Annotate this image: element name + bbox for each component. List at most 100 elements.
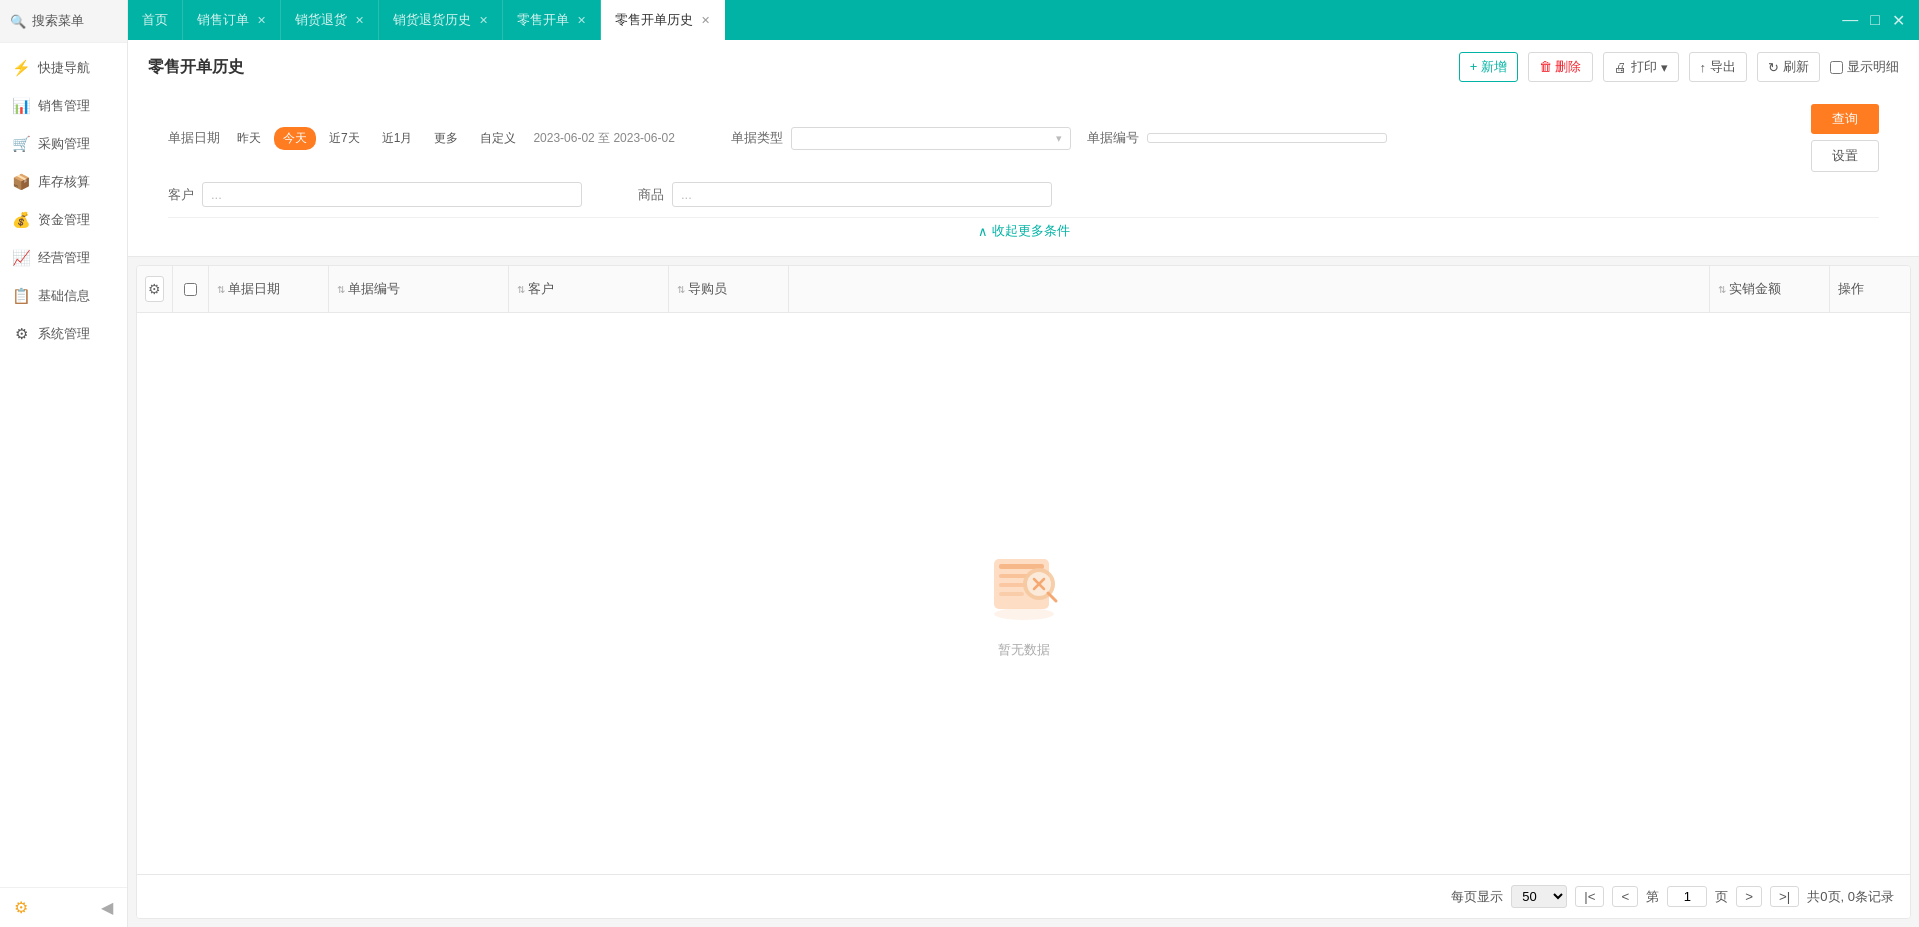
search-icon: 🔍 <box>10 14 26 29</box>
date-btn-more[interactable]: 更多 <box>425 127 467 150</box>
date-btn-last7[interactable]: 近7天 <box>320 127 369 150</box>
th-checkbox <box>173 266 209 312</box>
tab-sales-return-history-label: 销货退货历史 <box>393 11 471 29</box>
select-all-checkbox[interactable] <box>184 283 197 296</box>
th-gear: ⚙ <box>137 266 173 312</box>
close-btn[interactable]: ✕ <box>1888 9 1909 32</box>
sidebar-item-finance-mgmt[interactable]: 💰 资金管理 <box>0 201 127 239</box>
add-button[interactable]: + 新增 <box>1459 52 1518 82</box>
svg-point-0 <box>994 608 1054 620</box>
tab-retail-open-close[interactable]: ✕ <box>577 14 586 27</box>
doc-type-select[interactable]: ▾ <box>791 127 1071 150</box>
operations-icon: 📈 <box>12 249 30 267</box>
th-action-label: 操作 <box>1838 280 1864 298</box>
tab-sales-return-label: 销货退货 <box>295 11 347 29</box>
export-label: 导出 <box>1710 58 1736 76</box>
date-btn-yesterday[interactable]: 昨天 <box>228 127 270 150</box>
tab-retail-open[interactable]: 零售开单 ✕ <box>503 0 601 40</box>
date-btn-custom[interactable]: 自定义 <box>471 127 525 150</box>
date-buttons: 昨天 今天 近7天 近1月 更多 自定义 2023-06-02 至 2023-0… <box>228 127 675 150</box>
tab-sales-order-close[interactable]: ✕ <box>257 14 266 27</box>
pagination: 每页显示 50 100 200 |< < 第 页 > >| 共0页, 0条记录 <box>137 874 1910 918</box>
export-button[interactable]: ↑ 导出 <box>1689 52 1748 82</box>
first-page-btn[interactable]: |< <box>1575 886 1604 907</box>
settings-icon[interactable]: ⚙ <box>14 898 28 917</box>
th-number-label: 单据编号 <box>348 280 400 298</box>
table-container: ⚙ ⇅ 单据日期 ⇅ 单据编号 ⇅ 客户 ⇅ <box>136 265 1911 919</box>
filter-docnum-item: 单据编号 <box>1087 129 1387 147</box>
date-filter-label: 单据日期 <box>168 129 220 147</box>
next-page-btn[interactable]: > <box>1736 886 1762 907</box>
refresh-icon: ↻ <box>1768 60 1779 75</box>
filter-settings-button[interactable]: 设置 <box>1811 140 1879 172</box>
delete-button[interactable]: 🗑 删除 <box>1528 52 1593 82</box>
date-btn-last1m[interactable]: 近1月 <box>373 127 422 150</box>
sidebar-item-inventory[interactable]: 📦 库存核算 <box>0 163 127 201</box>
date-btn-today[interactable]: 今天 <box>274 127 316 150</box>
sidebar-footer: ⚙ ◀ <box>0 887 127 927</box>
sidebar-item-quick-nav[interactable]: ⚡ 快捷导航 <box>0 49 127 87</box>
top-nav: 首页 销售订单 ✕ 销货退货 ✕ 销货退货历史 ✕ 零售开单 ✕ 零售开单历史 … <box>128 0 1919 40</box>
collapse-filter-btn[interactable]: ∧ 收起更多条件 <box>168 217 1879 244</box>
sidebar-item-sales-mgmt[interactable]: 📊 销售管理 <box>0 87 127 125</box>
table-gear-icon[interactable]: ⚙ <box>145 276 164 302</box>
sidebar-item-basic-info[interactable]: 📋 基础信息 <box>0 277 127 315</box>
sidebar-search[interactable]: 🔍 搜索菜单 <box>0 0 127 43</box>
product-ellipsis: ... <box>681 187 692 202</box>
tab-sales-return[interactable]: 销货退货 ✕ <box>281 0 379 40</box>
content-area: 零售开单历史 + 新增 🗑 删除 🖨 打印 ▾ ↑ 导出 ↻ <box>128 40 1919 927</box>
last-page-btn[interactable]: >| <box>1770 886 1799 907</box>
per-page-select[interactable]: 50 100 200 <box>1511 885 1567 908</box>
prev-page-btn[interactable]: < <box>1612 886 1638 907</box>
th-number-sort-icon: ⇅ <box>337 284 345 295</box>
sidebar-search-label: 搜索菜单 <box>32 12 84 30</box>
customer-input[interactable]: ... <box>202 182 582 207</box>
sidebar-item-inventory-label: 库存核算 <box>38 173 90 191</box>
th-amount-label: 实销金额 <box>1729 280 1781 298</box>
minimize-btn[interactable]: — <box>1838 9 1862 31</box>
sidebar-item-operations-mgmt[interactable]: 📈 经营管理 <box>0 239 127 277</box>
th-guide-sort-icon: ⇅ <box>677 284 685 295</box>
print-icon: 🖨 <box>1614 60 1627 75</box>
sidebar: 🔍 搜索菜单 ⚡ 快捷导航 📊 销售管理 🛒 采购管理 📦 库存核算 💰 资金管… <box>0 0 128 927</box>
tab-sales-return-close[interactable]: ✕ <box>355 14 364 27</box>
collapse-sidebar-icon[interactable]: ◀ <box>101 898 113 917</box>
query-settings-col: 查询 设置 <box>1811 104 1879 172</box>
window-controls: — □ ✕ <box>1828 0 1919 40</box>
th-customer[interactable]: ⇅ 客户 <box>509 266 669 312</box>
sidebar-item-system-mgmt[interactable]: ⚙ 系统管理 <box>0 315 127 353</box>
th-number[interactable]: ⇅ 单据编号 <box>329 266 509 312</box>
product-input[interactable]: ... <box>672 182 1052 207</box>
export-icon: ↑ <box>1700 60 1707 75</box>
show-detail-checkbox[interactable] <box>1830 61 1843 74</box>
page-input[interactable] <box>1667 886 1707 907</box>
page-header: 零售开单历史 + 新增 🗑 删除 🖨 打印 ▾ ↑ 导出 ↻ <box>128 40 1919 257</box>
refresh-button[interactable]: ↻ 刷新 <box>1757 52 1820 82</box>
filter-doctype-item: 单据类型 ▾ <box>731 127 1071 150</box>
print-dropdown-icon: ▾ <box>1661 60 1668 75</box>
print-label: 打印 <box>1631 58 1657 76</box>
tab-home[interactable]: 首页 <box>128 0 183 40</box>
maximize-btn[interactable]: □ <box>1866 9 1884 31</box>
customer-label: 客户 <box>168 186 194 204</box>
tab-retail-open-history[interactable]: 零售开单历史 ✕ <box>601 0 725 40</box>
docnum-label: 单据编号 <box>1087 129 1139 147</box>
show-detail-toggle[interactable]: 显示明细 <box>1830 58 1899 76</box>
print-button[interactable]: 🖨 打印 ▾ <box>1603 52 1679 82</box>
sidebar-item-purchase-mgmt[interactable]: 🛒 采购管理 <box>0 125 127 163</box>
th-amount[interactable]: ⇅ 实销金额 <box>1710 266 1830 312</box>
filter-row-1: 单据日期 昨天 今天 近7天 近1月 更多 自定义 2023-06-02 至 2… <box>168 104 1879 172</box>
tab-sales-order[interactable]: 销售订单 ✕ <box>183 0 281 40</box>
sidebar-item-system-label: 系统管理 <box>38 325 90 343</box>
sidebar-item-operations-label: 经营管理 <box>38 249 90 267</box>
table-body: 暂无数据 <box>137 313 1910 874</box>
doc-number-input[interactable] <box>1147 133 1387 143</box>
th-guide[interactable]: ⇅ 导购员 <box>669 266 789 312</box>
tab-sales-return-history-close[interactable]: ✕ <box>479 14 488 27</box>
doctype-label: 单据类型 <box>731 129 783 147</box>
th-date[interactable]: ⇅ 单据日期 <box>209 266 329 312</box>
refresh-label: 刷新 <box>1783 58 1809 76</box>
tab-retail-open-history-close[interactable]: ✕ <box>701 14 710 27</box>
query-button[interactable]: 查询 <box>1811 104 1879 134</box>
tab-sales-return-history[interactable]: 销货退货历史 ✕ <box>379 0 503 40</box>
